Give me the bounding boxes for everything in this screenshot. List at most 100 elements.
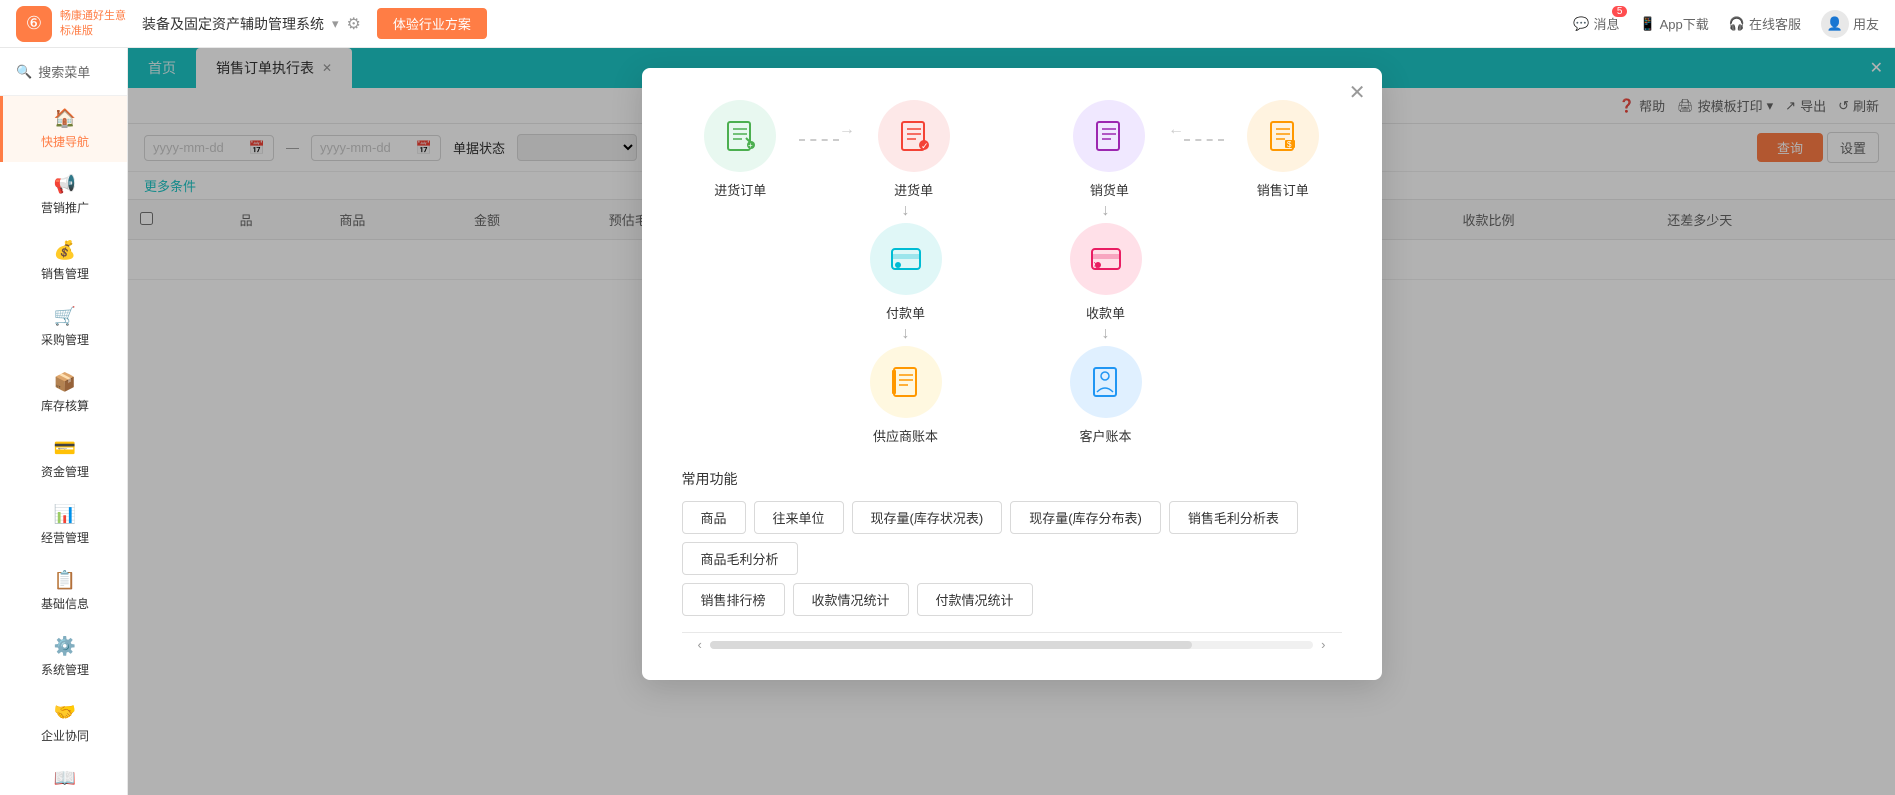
flow-purchase-order[interactable]: + 进货订单 bbox=[682, 100, 799, 199]
sidebar-item-system[interactable]: ⚙️ 系统管理 bbox=[0, 624, 127, 690]
common-btn-stock-status[interactable]: 现存量(库存状况表) bbox=[852, 501, 1003, 534]
sidebar-item-basic-info[interactable]: 📋 基础信息 bbox=[0, 558, 127, 624]
logo-text: 畅康通好生意 标准版 bbox=[60, 9, 126, 38]
scroll-left-icon[interactable]: ‹ bbox=[698, 637, 702, 652]
app-download-button[interactable]: 📱 App下载 bbox=[1639, 14, 1708, 33]
modal-scroll-bar: ‹ › bbox=[682, 632, 1342, 656]
supplier-ledger-label: 供应商账本 bbox=[873, 426, 938, 445]
common-btn-party[interactable]: 往来单位 bbox=[754, 501, 844, 534]
marketing-icon: 📢 bbox=[54, 174, 76, 195]
system-title: 装备及固定资产辅助管理系统 bbox=[142, 14, 324, 34]
logo-line1: 畅康通好生意 bbox=[60, 9, 126, 23]
enterprise-icon: 🤝 bbox=[54, 702, 76, 723]
sidebar-item-marketing[interactable]: 📢 营销推广 bbox=[0, 162, 127, 228]
search-menu-button[interactable]: 🔍 搜索菜单 bbox=[8, 58, 119, 85]
basic-info-icon: 📋 bbox=[54, 570, 76, 591]
message-badge: 5 bbox=[1612, 6, 1628, 17]
system-icon: ⚙️ bbox=[54, 636, 76, 657]
purchase-icon: 🛒 bbox=[54, 306, 76, 327]
common-btn-stock-dist[interactable]: 现存量(库存分布表) bbox=[1010, 501, 1161, 534]
purchase-order-label: 进货订单 bbox=[714, 180, 766, 199]
quick-guide-modal: ✕ + 进货订单 bbox=[642, 68, 1382, 680]
sidebar-item-label: 快捷导航 bbox=[41, 133, 89, 150]
sidebar-item-quick-nav[interactable]: 🏠 快捷导航 bbox=[0, 96, 127, 162]
modal-close-button[interactable]: ✕ bbox=[1349, 80, 1366, 105]
flow-sales-bill[interactable]: 销货单 bbox=[1051, 100, 1168, 199]
svg-text:$: $ bbox=[1287, 140, 1292, 149]
guide-icon: 📖 bbox=[54, 768, 76, 789]
flow-diagram: + 进货订单 → bbox=[682, 100, 1342, 445]
flow-receipt-bill[interactable]: ¥ 收款单 bbox=[1046, 223, 1166, 322]
sidebar-item-operation[interactable]: 📊 经营管理 bbox=[0, 492, 127, 558]
payment-bill-label: 付款单 bbox=[886, 303, 925, 322]
content-area: 首页 销售订单执行表 ✕ ✕ ❓ 帮助 🖨 按模板打印 bbox=[128, 48, 1895, 795]
flow-supplier-ledger[interactable]: 供应商账本 bbox=[846, 346, 966, 445]
quick-nav-icon: 🏠 bbox=[54, 108, 76, 129]
common-btn-product-margin[interactable]: 商品毛利分析 bbox=[682, 542, 798, 575]
purchase-bill-label: 进货单 bbox=[894, 180, 933, 199]
sales-order-label: 销售订单 bbox=[1257, 180, 1309, 199]
sidebar-item-label: 企业协同 bbox=[41, 727, 89, 744]
sidebar-item-sales[interactable]: 💰 销售管理 bbox=[0, 228, 127, 294]
sidebar-item-finance[interactable]: 💳 资金管理 bbox=[0, 426, 127, 492]
common-btn-product[interactable]: 商品 bbox=[682, 501, 746, 534]
user-menu[interactable]: 👤 用友 bbox=[1821, 10, 1879, 38]
message-button[interactable]: 💬 消息 5 bbox=[1573, 14, 1619, 33]
online-service-label: 在线客服 bbox=[1749, 14, 1801, 33]
logo: ⑥ 畅康通好生意 标准版 bbox=[16, 6, 126, 42]
search-icon: 🔍 bbox=[16, 64, 32, 80]
logo-icon: ⑥ bbox=[16, 6, 52, 42]
sidebar-item-label: 资金管理 bbox=[41, 463, 89, 480]
sidebar-item-label: 系统管理 bbox=[41, 661, 89, 678]
receipt-bill-circle: ¥ bbox=[1070, 223, 1142, 295]
sales-order-circle: $ bbox=[1247, 100, 1319, 172]
user-label: 用友 bbox=[1853, 14, 1879, 33]
flow-purchase-bill[interactable]: ✓ 进货单 bbox=[855, 100, 972, 199]
common-btn-receipt-stats[interactable]: 收款情况统计 bbox=[793, 583, 909, 616]
arrow-1: → bbox=[799, 121, 855, 179]
common-btn-sales-rank[interactable]: 销售排行榜 bbox=[682, 583, 785, 616]
supplier-ledger-circle bbox=[870, 346, 942, 418]
purchase-bill-circle: ✓ bbox=[878, 100, 950, 172]
top-bar-right: 💬 消息 5 📱 App下载 🎧 在线客服 👤 用友 bbox=[1573, 10, 1879, 38]
common-functions-section: 常用功能 商品 往来单位 现存量(库存状况表) 现存量(库存分布表) 销售毛利分… bbox=[682, 469, 1342, 616]
operation-icon: 📊 bbox=[54, 504, 76, 525]
search-menu-label: 搜索菜单 bbox=[38, 62, 90, 81]
title-dropdown-icon[interactable]: ▾ bbox=[332, 16, 339, 32]
modal-overlay: ✕ + 进货订单 bbox=[128, 48, 1895, 795]
sidebar-item-purchase[interactable]: 🛒 采购管理 bbox=[0, 294, 127, 360]
finance-icon: 💳 bbox=[54, 438, 76, 459]
common-btn-sales-margin[interactable]: 销售毛利分析表 bbox=[1169, 501, 1298, 534]
sales-bill-label: 销货单 bbox=[1090, 180, 1129, 199]
sidebar-item-label: 库存核算 bbox=[41, 397, 89, 414]
flow-payment-bill[interactable]: 付款单 bbox=[846, 223, 966, 322]
flow-sales-order[interactable]: $ 销售订单 bbox=[1224, 100, 1341, 199]
logo-line2: 标准版 bbox=[60, 24, 126, 38]
download-icon: 📱 bbox=[1639, 16, 1655, 32]
sales-bill-circle bbox=[1073, 100, 1145, 172]
receipt-bill-label: 收款单 bbox=[1086, 303, 1125, 322]
sidebar-item-label: 经营管理 bbox=[41, 529, 89, 546]
svg-text:+: + bbox=[748, 141, 753, 150]
purchase-order-circle: + bbox=[704, 100, 776, 172]
sidebar-item-enterprise[interactable]: 🤝 企业协同 bbox=[0, 690, 127, 756]
scroll-thumb bbox=[710, 641, 1193, 649]
trial-button[interactable]: 体验行业方案 bbox=[377, 8, 487, 39]
common-functions-title: 常用功能 bbox=[682, 469, 1342, 489]
app-download-label: App下载 bbox=[1660, 14, 1709, 33]
scroll-right-icon[interactable]: › bbox=[1321, 637, 1325, 652]
avatar: 👤 bbox=[1821, 10, 1849, 38]
sidebar-item-inventory[interactable]: 📦 库存核算 bbox=[0, 360, 127, 426]
scroll-track[interactable] bbox=[710, 641, 1313, 649]
online-service-button[interactable]: 🎧 在线客服 bbox=[1729, 14, 1801, 33]
settings-icon[interactable]: ⚙ bbox=[347, 14, 361, 34]
sidebar-item-guide[interactable]: 📖 新手引导 bbox=[0, 756, 127, 795]
common-btn-payment-stats[interactable]: 付款情况统计 bbox=[917, 583, 1033, 616]
sidebar-item-label: 基础信息 bbox=[41, 595, 89, 612]
flow-customer-ledger[interactable]: 客户账本 bbox=[1046, 346, 1166, 445]
customer-ledger-circle bbox=[1070, 346, 1142, 418]
common-buttons-container: 商品 往来单位 现存量(库存状况表) 现存量(库存分布表) 销售毛利分析表 商品… bbox=[682, 501, 1342, 575]
sidebar-search: 🔍 搜索菜单 bbox=[0, 48, 127, 96]
sidebar-item-label: 采购管理 bbox=[41, 331, 89, 348]
inventory-icon: 📦 bbox=[54, 372, 76, 393]
